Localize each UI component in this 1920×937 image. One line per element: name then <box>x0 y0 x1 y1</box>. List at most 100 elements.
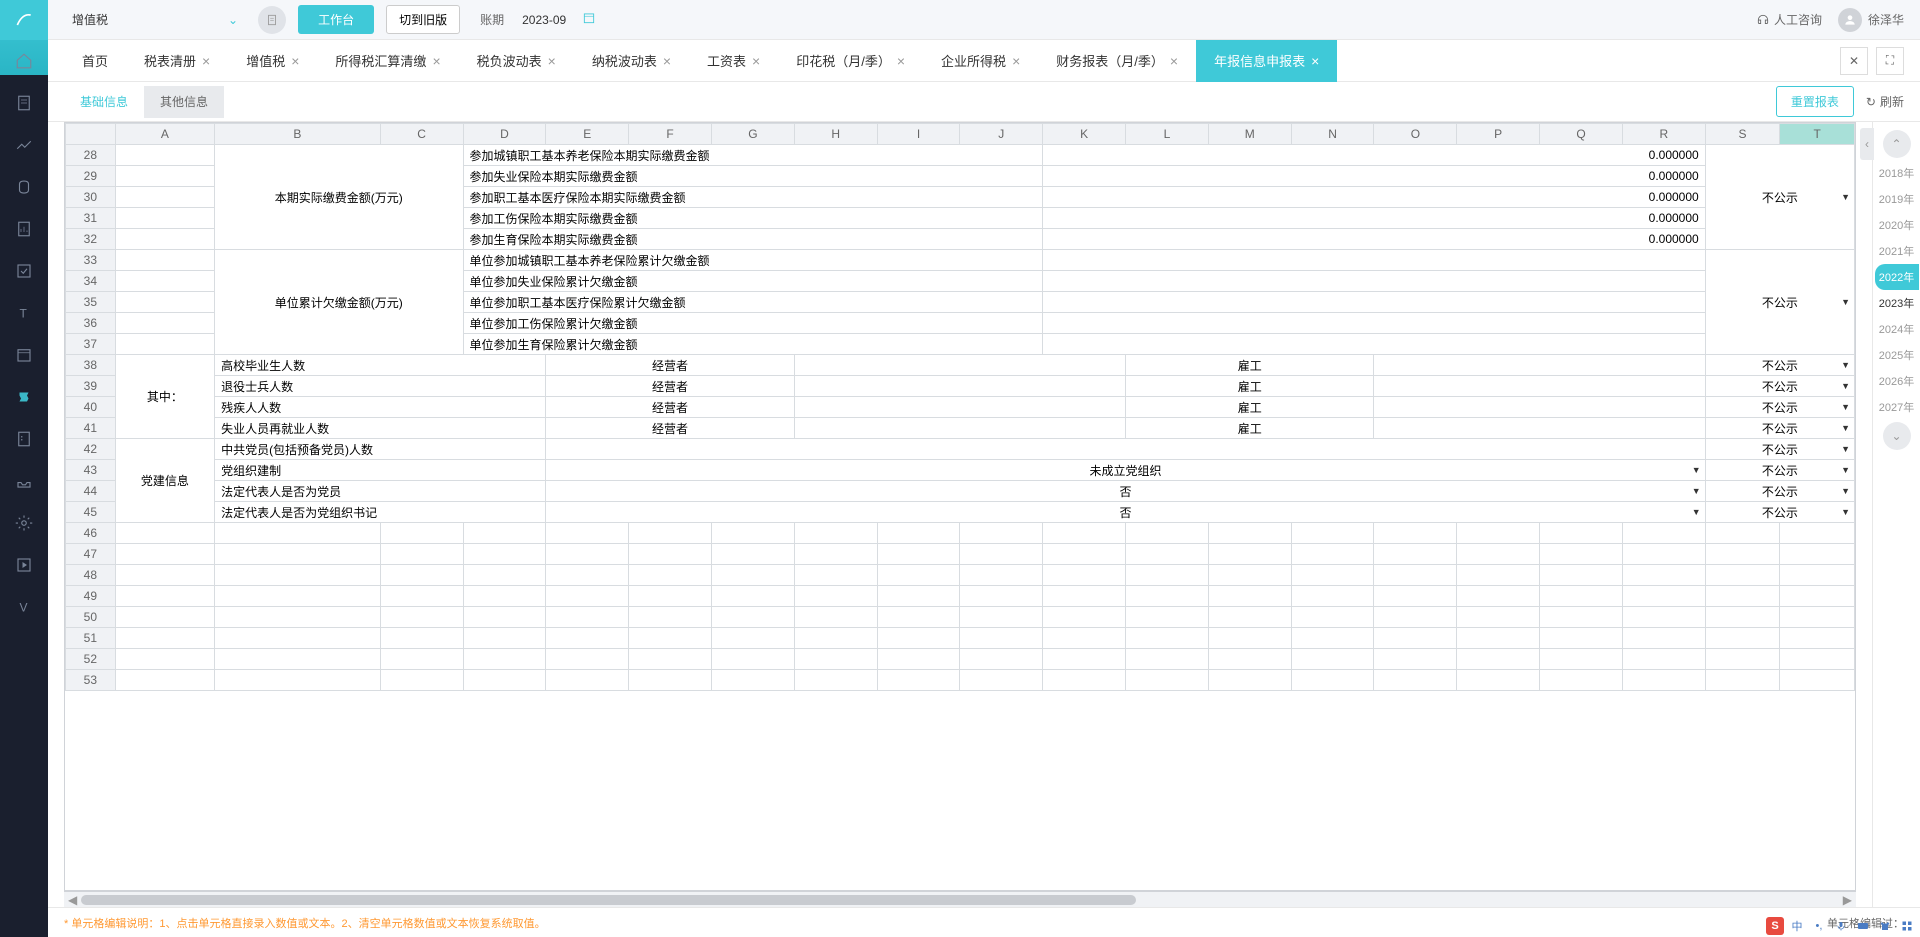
col-header-Q[interactable]: Q <box>1540 124 1623 145</box>
tab-close-icon[interactable]: × <box>1311 53 1319 69</box>
chevron-down-icon: ⌄ <box>228 13 238 27</box>
calendar-icon[interactable] <box>582 11 596 28</box>
nav-tax[interactable] <box>0 376 48 418</box>
ime-punct-icon[interactable]: •, <box>1810 917 1828 935</box>
topbar: 增值税 ⌄ 工作台 切到旧版 账期 2023-09 人工咨询 <box>48 0 1920 40</box>
company-select-label: 增值税 <box>72 11 108 28</box>
nav-home[interactable] <box>0 40 48 82</box>
nav-v[interactable]: V <box>0 586 48 628</box>
user-menu[interactable]: 徐泽华 <box>1838 8 1904 32</box>
footer-hint: * 单元格编辑说明：1、点击单元格直接录入数值或文本。2、清空单元格数值或文本恢… <box>64 915 546 931</box>
tab-7[interactable]: 印花税（月/季）× <box>778 40 923 82</box>
nav-chart[interactable] <box>0 124 48 166</box>
col-header-I[interactable]: I <box>877 124 960 145</box>
ime-grid-icon[interactable] <box>1898 917 1916 935</box>
tab-close-icon[interactable]: × <box>1170 53 1178 69</box>
tab-3[interactable]: 所得税汇算清缴× <box>317 40 458 82</box>
nav-report[interactable] <box>0 208 48 250</box>
col-header-L[interactable]: L <box>1126 124 1209 145</box>
tab-close-icon[interactable]: × <box>548 53 556 69</box>
nav-text[interactable]: T <box>0 292 48 334</box>
tab-8[interactable]: 企业所得税× <box>923 40 1038 82</box>
tab-close-icon[interactable]: × <box>897 53 905 69</box>
col-header-B[interactable]: B <box>215 124 381 145</box>
spreadsheet[interactable]: ABCDEFGHIJKLMNOPQRST28本期实际缴费金额(万元)参加城镇职工… <box>64 122 1856 891</box>
year-down-button[interactable]: ⌄ <box>1883 422 1911 450</box>
refresh-button[interactable]: ↻ 刷新 <box>1866 93 1904 110</box>
tab-1[interactable]: 税表清册× <box>126 40 228 82</box>
col-header-R[interactable]: R <box>1622 124 1705 145</box>
nav-check[interactable] <box>0 250 48 292</box>
ime-mic-icon[interactable] <box>1832 917 1850 935</box>
tab-close-icon[interactable]: × <box>291 53 299 69</box>
col-header-C[interactable]: C <box>380 124 463 145</box>
svg-text:T: T <box>20 307 28 321</box>
year-2025年[interactable]: 2025年 <box>1875 342 1919 368</box>
horizontal-scrollbar[interactable]: ◀ ▶ <box>64 891 1856 907</box>
col-header-T[interactable]: T <box>1780 124 1855 145</box>
col-header-S[interactable]: S <box>1705 124 1780 145</box>
col-header-E[interactable]: E <box>546 124 629 145</box>
workspace-button[interactable]: 工作台 <box>298 5 374 34</box>
close-tab-button[interactable]: ✕ <box>1840 47 1868 75</box>
year-2026年[interactable]: 2026年 <box>1875 368 1919 394</box>
tab-5[interactable]: 纳税波动表× <box>574 40 689 82</box>
nav-play[interactable] <box>0 544 48 586</box>
nav-inbox[interactable] <box>0 460 48 502</box>
col-header-M[interactable]: M <box>1208 124 1291 145</box>
col-header-N[interactable]: N <box>1291 124 1374 145</box>
tab-0[interactable]: 首页 <box>64 40 126 82</box>
year-2023年[interactable]: 2023年 <box>1875 290 1919 316</box>
col-header-G[interactable]: G <box>711 124 794 145</box>
year-2020年[interactable]: 2020年 <box>1875 212 1919 238</box>
tab-2[interactable]: 增值税× <box>228 40 317 82</box>
col-header-D[interactable]: D <box>463 124 546 145</box>
year-2018年[interactable]: 2018年 <box>1875 160 1919 186</box>
year-2024年[interactable]: 2024年 <box>1875 316 1919 342</box>
col-header-H[interactable]: H <box>794 124 877 145</box>
ime-skin-icon[interactable] <box>1876 917 1894 935</box>
ime-s-icon[interactable]: S <box>1766 917 1784 935</box>
tab-10[interactable]: 年报信息申报表× <box>1196 40 1337 82</box>
tab-4[interactable]: 税负波动表× <box>459 40 574 82</box>
subtab-1[interactable]: 其他信息 <box>144 86 224 118</box>
year-2022年[interactable]: 2022年 <box>1875 264 1919 290</box>
expand-tab-button[interactable]: ⛶ <box>1876 47 1904 75</box>
doc-icon[interactable] <box>258 6 286 34</box>
col-header-O[interactable]: O <box>1374 124 1457 145</box>
avatar-icon <box>1838 8 1862 32</box>
collapse-year-panel[interactable]: ‹ <box>1860 128 1874 160</box>
ime-zh-icon[interactable]: 中 <box>1788 917 1806 935</box>
nav-form[interactable] <box>0 418 48 460</box>
col-header-P[interactable]: P <box>1457 124 1540 145</box>
period-value[interactable]: 2023-09 <box>522 13 566 27</box>
year-2021年[interactable]: 2021年 <box>1875 238 1919 264</box>
left-sidebar: T V <box>0 0 48 937</box>
nav-settings[interactable] <box>0 502 48 544</box>
svg-text:V: V <box>20 601 28 615</box>
nav-money[interactable] <box>0 166 48 208</box>
old-version-button[interactable]: 切到旧版 <box>386 5 460 34</box>
col-header-A[interactable]: A <box>115 124 214 145</box>
reset-report-button[interactable]: 重置报表 <box>1776 86 1854 117</box>
company-selector[interactable]: 增值税 ⌄ <box>64 11 246 28</box>
consult-link[interactable]: 人工咨询 <box>1756 11 1822 28</box>
col-header-F[interactable]: F <box>629 124 712 145</box>
tab-close-icon[interactable]: × <box>752 53 760 69</box>
col-header-K[interactable]: K <box>1043 124 1126 145</box>
tab-close-icon[interactable]: × <box>202 53 210 69</box>
nav-doc[interactable] <box>0 82 48 124</box>
tab-close-icon[interactable]: × <box>1012 53 1020 69</box>
year-2019年[interactable]: 2019年 <box>1875 186 1919 212</box>
year-2027年[interactable]: 2027年 <box>1875 394 1919 420</box>
year-panel: ⌃ 2018年2019年2020年2021年2022年2023年2024年202… <box>1872 122 1920 907</box>
tab-close-icon[interactable]: × <box>663 53 671 69</box>
subtab-0[interactable]: 基础信息 <box>64 86 144 118</box>
tab-9[interactable]: 财务报表（月/季）× <box>1038 40 1196 82</box>
ime-keyboard-icon[interactable] <box>1854 917 1872 935</box>
tab-6[interactable]: 工资表× <box>689 40 778 82</box>
col-header-J[interactable]: J <box>960 124 1043 145</box>
nav-calendar[interactable] <box>0 334 48 376</box>
year-up-button[interactable]: ⌃ <box>1883 130 1911 158</box>
tab-close-icon[interactable]: × <box>432 53 440 69</box>
